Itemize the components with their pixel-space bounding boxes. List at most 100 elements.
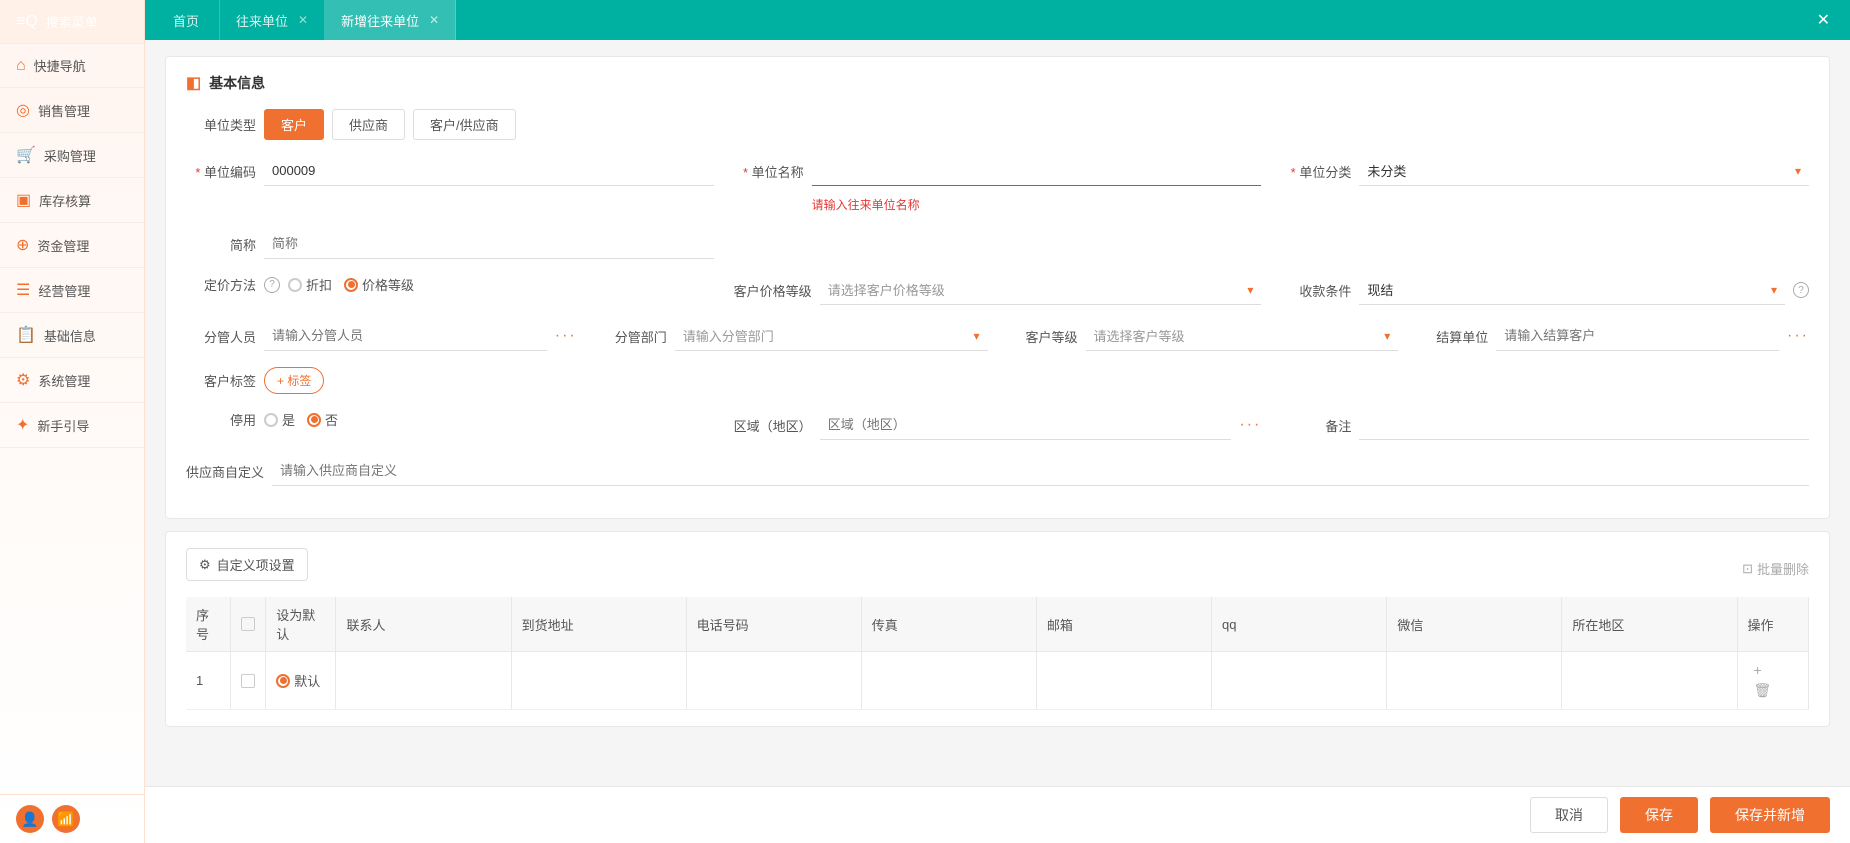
radio-discount-label: 折扣 bbox=[306, 275, 332, 294]
close-new-partner-tab[interactable]: ✕ bbox=[429, 13, 439, 27]
row-fax[interactable] bbox=[861, 652, 1036, 710]
main-area: 首页 往来单位 ✕ 新增往来单位 ✕ ✕ ◧ 基本信息 单位类型 客户 bbox=[145, 0, 1850, 843]
cancel-button[interactable]: 取消 bbox=[1530, 797, 1608, 833]
unit-info-row: 单位编码 单位名称 请输入往来单位名称 单位分类 未分类 ▾ bbox=[186, 156, 1809, 213]
customer-price-level-label: 客户价格等级 bbox=[734, 281, 812, 300]
sidebar-item-search[interactable]: ≡Q 搜索菜单 bbox=[0, 0, 144, 44]
col-fax: 传真 bbox=[861, 597, 1036, 652]
row-region-input[interactable] bbox=[1572, 673, 1726, 688]
tabbar-close-btn[interactable]: ✕ bbox=[1805, 10, 1842, 30]
row-region[interactable] bbox=[1562, 652, 1737, 710]
unit-category-select[interactable]: 未分类 ▾ bbox=[1359, 156, 1809, 186]
row-add-btn[interactable]: + bbox=[1748, 660, 1768, 680]
short-name-row: 简称 bbox=[186, 229, 1809, 259]
row-delete-btn[interactable]: 🗑 bbox=[1748, 680, 1778, 701]
unit-code-input[interactable] bbox=[264, 156, 714, 186]
settlement-unit-input[interactable] bbox=[1496, 321, 1779, 351]
department-select[interactable]: 请输入分管部门 ▾ bbox=[675, 321, 988, 351]
settings-gear-icon: ⚙ bbox=[199, 557, 211, 573]
row-email-input[interactable] bbox=[1047, 673, 1201, 688]
sidebar-item-operations[interactable]: ☰ 经营管理 bbox=[0, 268, 144, 313]
customer-level-select[interactable]: 请选择客户等级 ▾ bbox=[1086, 321, 1399, 351]
row-fax-input[interactable] bbox=[872, 673, 1026, 688]
row-qq[interactable] bbox=[1212, 652, 1387, 710]
sidebar-footer: 👤 📶 bbox=[0, 794, 144, 843]
sidebar-item-guide[interactable]: ✦ 新手引导 bbox=[0, 403, 144, 448]
base-icon: 📋 bbox=[16, 325, 36, 345]
sidebar-item-finance[interactable]: ⊕ 资金管理 bbox=[0, 223, 144, 268]
sidebar-item-system[interactable]: ⚙ 系统管理 bbox=[0, 358, 144, 403]
short-name-input[interactable] bbox=[264, 229, 714, 259]
sidebar-item-purchase[interactable]: 🛒 采购管理 bbox=[0, 133, 144, 178]
close-partners-tab[interactable]: ✕ bbox=[298, 13, 308, 27]
sidebar-item-sales[interactable]: ◎ 销售管理 bbox=[0, 88, 144, 133]
section-title-text: 基本信息 bbox=[209, 73, 265, 93]
batch-delete-btn[interactable]: ⊡ 批量删除 bbox=[1742, 559, 1809, 578]
row-default-radio[interactable]: 默认 bbox=[276, 671, 325, 690]
row-contact[interactable] bbox=[336, 652, 511, 710]
unit-name-input[interactable] bbox=[812, 156, 1262, 186]
save-new-button[interactable]: 保存并新增 bbox=[1710, 797, 1830, 833]
row-phone[interactable] bbox=[686, 652, 861, 710]
type-btn-both[interactable]: 客户/供应商 bbox=[413, 109, 516, 140]
manager-input[interactable] bbox=[264, 321, 547, 351]
col-contact: 联系人 bbox=[336, 597, 511, 652]
radio-price-level[interactable]: 价格等级 bbox=[344, 275, 414, 294]
manager-more-icon[interactable]: ··· bbox=[555, 327, 577, 345]
unit-category-value: 未分类 bbox=[1367, 161, 1795, 180]
type-btn-customer[interactable]: 客户 bbox=[264, 109, 324, 140]
add-tag-button[interactable]: + 标签 bbox=[264, 367, 324, 394]
radio-discount[interactable]: 折扣 bbox=[288, 275, 332, 294]
radio-no[interactable]: 否 bbox=[307, 410, 338, 429]
pricing-method-group: 定价方法 ? 折扣 价格等级 bbox=[186, 275, 714, 294]
signal-icon[interactable]: 📶 bbox=[52, 805, 80, 833]
sidebar-item-base[interactable]: 📋 基础信息 bbox=[0, 313, 144, 358]
row-contact-input[interactable] bbox=[346, 673, 500, 688]
sidebar-item-inventory[interactable]: ▣ 库存核算 bbox=[0, 178, 144, 223]
supplier-custom-input[interactable] bbox=[272, 456, 1809, 486]
type-btn-supplier[interactable]: 供应商 bbox=[332, 109, 405, 140]
sidebar-item-quicknav[interactable]: ⌂ 快捷导航 bbox=[0, 44, 144, 88]
payment-terms-select[interactable]: 现结 ▾ bbox=[1359, 275, 1785, 305]
tab-new-partner[interactable]: 新增往来单位 ✕ bbox=[325, 0, 456, 40]
settlement-unit-more-icon[interactable]: ··· bbox=[1787, 327, 1809, 345]
pricing-help-icon[interactable]: ? bbox=[264, 277, 280, 293]
select-all-checkbox[interactable] bbox=[241, 617, 255, 631]
finance-icon: ⊕ bbox=[16, 235, 29, 255]
purchase-icon: 🛒 bbox=[16, 145, 36, 165]
region-label: 区域（地区） bbox=[734, 416, 812, 435]
row-phone-input[interactable] bbox=[697, 673, 851, 688]
customer-price-level-select[interactable]: 请选择客户价格等级 ▾ bbox=[820, 275, 1262, 305]
tab-partners[interactable]: 往来单位 ✕ bbox=[220, 0, 325, 40]
region-group: 区域（地区） ··· bbox=[734, 410, 1262, 440]
unit-category-label: 单位分类 bbox=[1281, 162, 1351, 181]
sidebar-item-label: 新手引导 bbox=[37, 416, 89, 435]
disabled-row: 停用 是 否 区域（地区） ··· bbox=[186, 410, 1809, 440]
supplier-custom-label: 供应商自定义 bbox=[186, 462, 264, 481]
col-email: 邮箱 bbox=[1036, 597, 1211, 652]
row-address-input[interactable] bbox=[522, 673, 676, 688]
table-row: 1 默认 bbox=[186, 652, 1809, 710]
customer-level-label: 客户等级 bbox=[1008, 327, 1078, 346]
col-default: 设为默认 bbox=[266, 597, 336, 652]
row-address[interactable] bbox=[511, 652, 686, 710]
basic-info-card: ◧ 基本信息 单位类型 客户 供应商 客户/供应商 单位编码 bbox=[165, 56, 1830, 519]
row-email[interactable] bbox=[1036, 652, 1211, 710]
unit-category-group: 单位分类 未分类 ▾ bbox=[1281, 156, 1809, 186]
row-wechat[interactable] bbox=[1387, 652, 1562, 710]
tab-partners-label: 往来单位 bbox=[236, 11, 288, 30]
unit-type-buttons: 客户 供应商 客户/供应商 bbox=[264, 109, 516, 140]
save-button[interactable]: 保存 bbox=[1620, 797, 1698, 833]
user-avatar[interactable]: 👤 bbox=[16, 805, 44, 833]
supplier-custom-row: 供应商自定义 bbox=[186, 456, 1809, 486]
region-input[interactable] bbox=[820, 410, 1232, 440]
settings-btn[interactable]: ⚙ 自定义项设置 bbox=[186, 548, 308, 581]
tab-home[interactable]: 首页 bbox=[153, 0, 220, 40]
payment-terms-help-icon[interactable]: ? bbox=[1793, 282, 1809, 298]
row-select-checkbox[interactable] bbox=[241, 674, 255, 688]
row-qq-input[interactable] bbox=[1222, 673, 1376, 688]
radio-yes[interactable]: 是 bbox=[264, 410, 295, 429]
row-wechat-input[interactable] bbox=[1397, 673, 1551, 688]
remark-input[interactable] bbox=[1359, 410, 1809, 440]
region-more-icon[interactable]: ··· bbox=[1239, 416, 1261, 434]
